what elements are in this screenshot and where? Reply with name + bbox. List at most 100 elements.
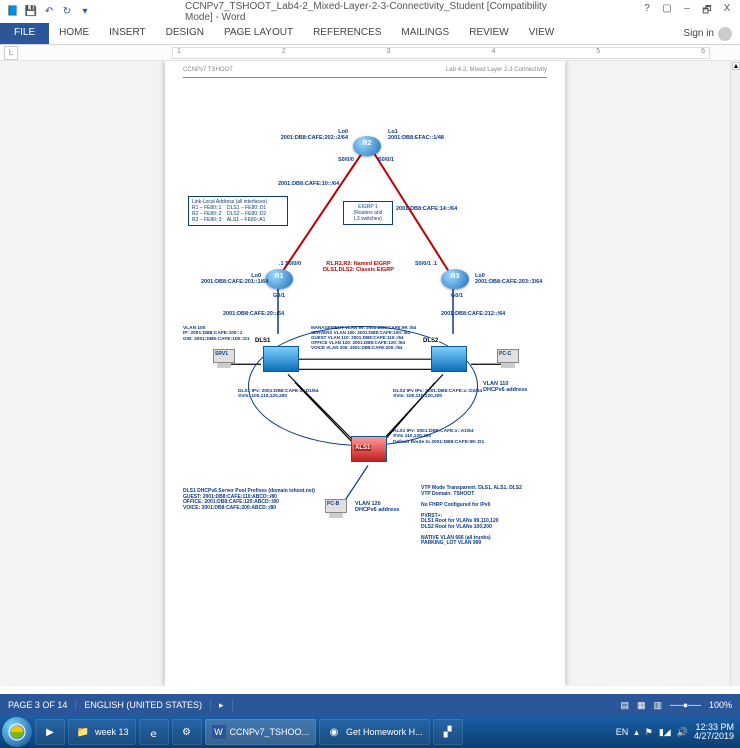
- document-area[interactable]: CCNPv7 TSHOOT Lab 4-2, Mixed Layer 2-3 C…: [0, 61, 730, 686]
- tray-sound-icon[interactable]: 🔊: [677, 727, 688, 738]
- r2-lo1-label: Lo1 2001:DB8:EFAC::1/48: [388, 129, 444, 141]
- quick-access-toolbar: 📘 💾 ↶ ↻ ▾: [0, 5, 92, 19]
- r2-lo0-label: Lo0 2001:DB8:CAFE:202::2/64: [278, 129, 348, 141]
- srv-box: VLAN 100 IP: 2001:DB8:CAFE:100::1 GW: 20…: [183, 326, 250, 342]
- status-bar: PAGE 3 OF 14 ENGLISH (UNITED STATES) ▸ ▤…: [0, 694, 740, 716]
- router-label: R2: [353, 140, 381, 147]
- window-title: CCNPv7_TSHOOT_Lab4-2_Mixed-Layer-2-3-Con…: [185, 1, 555, 23]
- title-bar: 📘 💾 ↶ ↻ ▾ CCNPv7_TSHOOT_Lab4-2_Mixed-Lay…: [0, 0, 740, 23]
- word-icon: W: [212, 725, 226, 739]
- scroll-up-icon[interactable]: ▲: [732, 62, 740, 70]
- folder-icon: 📁: [75, 724, 91, 740]
- tray-date[interactable]: 4/27/2019: [694, 732, 734, 741]
- tab-review[interactable]: REVIEW: [459, 23, 518, 44]
- link-r2r3-label: 2001:DB8:CAFE:14::/64: [396, 206, 457, 212]
- pc-label: PC-B: [327, 501, 339, 507]
- r3-s001-label: S0/0/1 .1: [415, 261, 437, 267]
- link-r1dls1-label: 2001:DB8:CAFE:20::/64: [223, 311, 284, 317]
- r1-s000-label: .1 S0/0/0: [279, 261, 301, 267]
- horizontal-ruler[interactable]: 1 2 3 4 5 6: [172, 47, 710, 59]
- tab-mailings[interactable]: MAILINGS: [391, 23, 459, 44]
- ruler-mark: 5: [596, 48, 600, 58]
- r1-lo0-label: Lo0 2001:DB8:CAFE:201::1/64: [201, 273, 261, 285]
- pc-c: PC-C: [495, 349, 521, 371]
- tab-pagelayout[interactable]: PAGE LAYOUT: [214, 23, 303, 44]
- save-icon[interactable]: 💾: [24, 5, 38, 19]
- sign-in[interactable]: Sign in: [675, 23, 740, 44]
- taskbar-word[interactable]: W CCNPv7_TSHOO...: [205, 719, 317, 745]
- vtp-box: VTP Mode Transparent: DLS1, ALS1, DLS2 V…: [421, 486, 522, 547]
- ruler-mark: 2: [282, 48, 286, 58]
- network-diagram: R2 Lo0 2001:DB8:CAFE:202::2/64 Lo1 2001:…: [183, 101, 547, 668]
- dhcp-box: DLS1 DHCPv6 Server Pool Prefixes (domain…: [183, 489, 315, 511]
- link-r3dls2-label: 2001:DB8:CAFE:212::/64: [441, 311, 505, 317]
- ribbon-tabs: FILE HOME INSERT DESIGN PAGE LAYOUT REFE…: [0, 23, 740, 45]
- taskbar-word-label: CCNPv7_TSHOO...: [230, 727, 310, 737]
- view-read-icon[interactable]: ▤: [620, 700, 629, 711]
- pcc-box: VLAN 110 DHCPv6 address: [483, 381, 527, 393]
- tab-design[interactable]: DESIGN: [156, 23, 214, 44]
- tab-insert[interactable]: INSERT: [99, 23, 156, 44]
- taskbar-media-player[interactable]: ▶: [35, 719, 65, 745]
- ruler-mark: 3: [387, 48, 391, 58]
- router-r1: R1: [265, 269, 293, 289]
- tab-file[interactable]: FILE: [0, 23, 49, 44]
- taskbar-app[interactable]: ▞: [433, 719, 463, 745]
- router-r2: R2: [353, 136, 381, 156]
- switch-label: ALS1: [354, 445, 371, 451]
- minimize-button[interactable]: –: [680, 3, 694, 20]
- taskbar: ▶ 📁 week 13 ｅ ⚙ W CCNPv7_TSHOO... ◉Get Hom…: [0, 716, 740, 748]
- tray-lang[interactable]: EN: [616, 727, 629, 737]
- tab-home[interactable]: HOME: [49, 23, 99, 44]
- switch-dls1: DLS1: [263, 346, 299, 372]
- r2-s000-label: S0/0/0: [338, 157, 354, 163]
- help-button[interactable]: ?: [640, 3, 654, 20]
- pc-label: PC-C: [499, 351, 511, 357]
- qat-dropdown-icon[interactable]: ▾: [78, 5, 92, 19]
- close-button[interactable]: X: [720, 3, 734, 20]
- undo-icon[interactable]: ↶: [42, 5, 56, 19]
- media-icon: ▶: [42, 724, 58, 740]
- redo-icon[interactable]: ↻: [60, 5, 74, 19]
- status-macro-icon[interactable]: ▸: [211, 700, 233, 711]
- router-label: R3: [441, 273, 469, 280]
- tab-references[interactable]: REFERENCES: [303, 23, 391, 44]
- nav-pane-toggle[interactable]: L: [4, 46, 18, 60]
- taskbar-ie[interactable]: ｅ: [139, 719, 169, 745]
- zoom-level[interactable]: 100%: [709, 700, 732, 710]
- tray-network-icon[interactable]: ▮◢: [659, 727, 671, 738]
- taskbar-control[interactable]: ⚙: [172, 719, 202, 745]
- ruler-mark: 4: [491, 48, 495, 58]
- start-button[interactable]: [2, 717, 32, 747]
- status-language[interactable]: ENGLISH (UNITED STATES): [76, 700, 211, 710]
- router-label: R1: [265, 273, 293, 280]
- tray-flag-icon[interactable]: ⚑: [645, 727, 653, 738]
- ruler-row: L 1 2 3 4 5 6: [0, 45, 740, 61]
- vertical-scrollbar[interactable]: ▲: [730, 61, 740, 686]
- avatar-icon: [718, 27, 732, 41]
- ribbon-options-button[interactable]: ▢: [660, 3, 674, 20]
- switch-dls2: DLS2: [431, 346, 467, 372]
- tab-view[interactable]: VIEW: [519, 23, 565, 44]
- sign-in-label: Sign in: [683, 28, 714, 39]
- maximize-button[interactable]: 🗗: [700, 3, 714, 20]
- switch-als1: ALS1: [351, 436, 387, 462]
- switch-label: DLS2: [422, 338, 439, 344]
- word-icon: 📘: [6, 5, 20, 19]
- als1-svi-label: ALS1 IPv: 2001:DB8:CAFE:x::A1/64 SVIs 11…: [393, 429, 484, 445]
- r3-g001-label: G0/1: [451, 293, 463, 299]
- router-r3: R3: [441, 269, 469, 289]
- zoom-slider[interactable]: ──●──: [670, 700, 701, 710]
- status-page[interactable]: PAGE 3 OF 14: [0, 700, 76, 710]
- pc-srv1: SRV1: [211, 349, 237, 371]
- view-web-icon[interactable]: ▥: [654, 700, 663, 711]
- view-print-icon[interactable]: ▦: [637, 700, 646, 711]
- taskbar-explorer[interactable]: 📁 week 13: [68, 719, 136, 745]
- r1-g001-label: G0/1: [273, 293, 285, 299]
- tray-up-icon[interactable]: ▴: [634, 727, 639, 738]
- taskbar-chrome-label: Get Homework H...: [346, 727, 423, 737]
- r3-lo0-label: Lo0 2001:DB8:CAFE:203::3/64: [475, 273, 542, 285]
- page: CCNPv7 TSHOOT Lab 4-2, Mixed Layer 2-3 C…: [165, 61, 565, 686]
- taskbar-chrome[interactable]: ◉Get Homework H...: [319, 719, 430, 745]
- taskbar-folder-label: week 13: [95, 727, 129, 737]
